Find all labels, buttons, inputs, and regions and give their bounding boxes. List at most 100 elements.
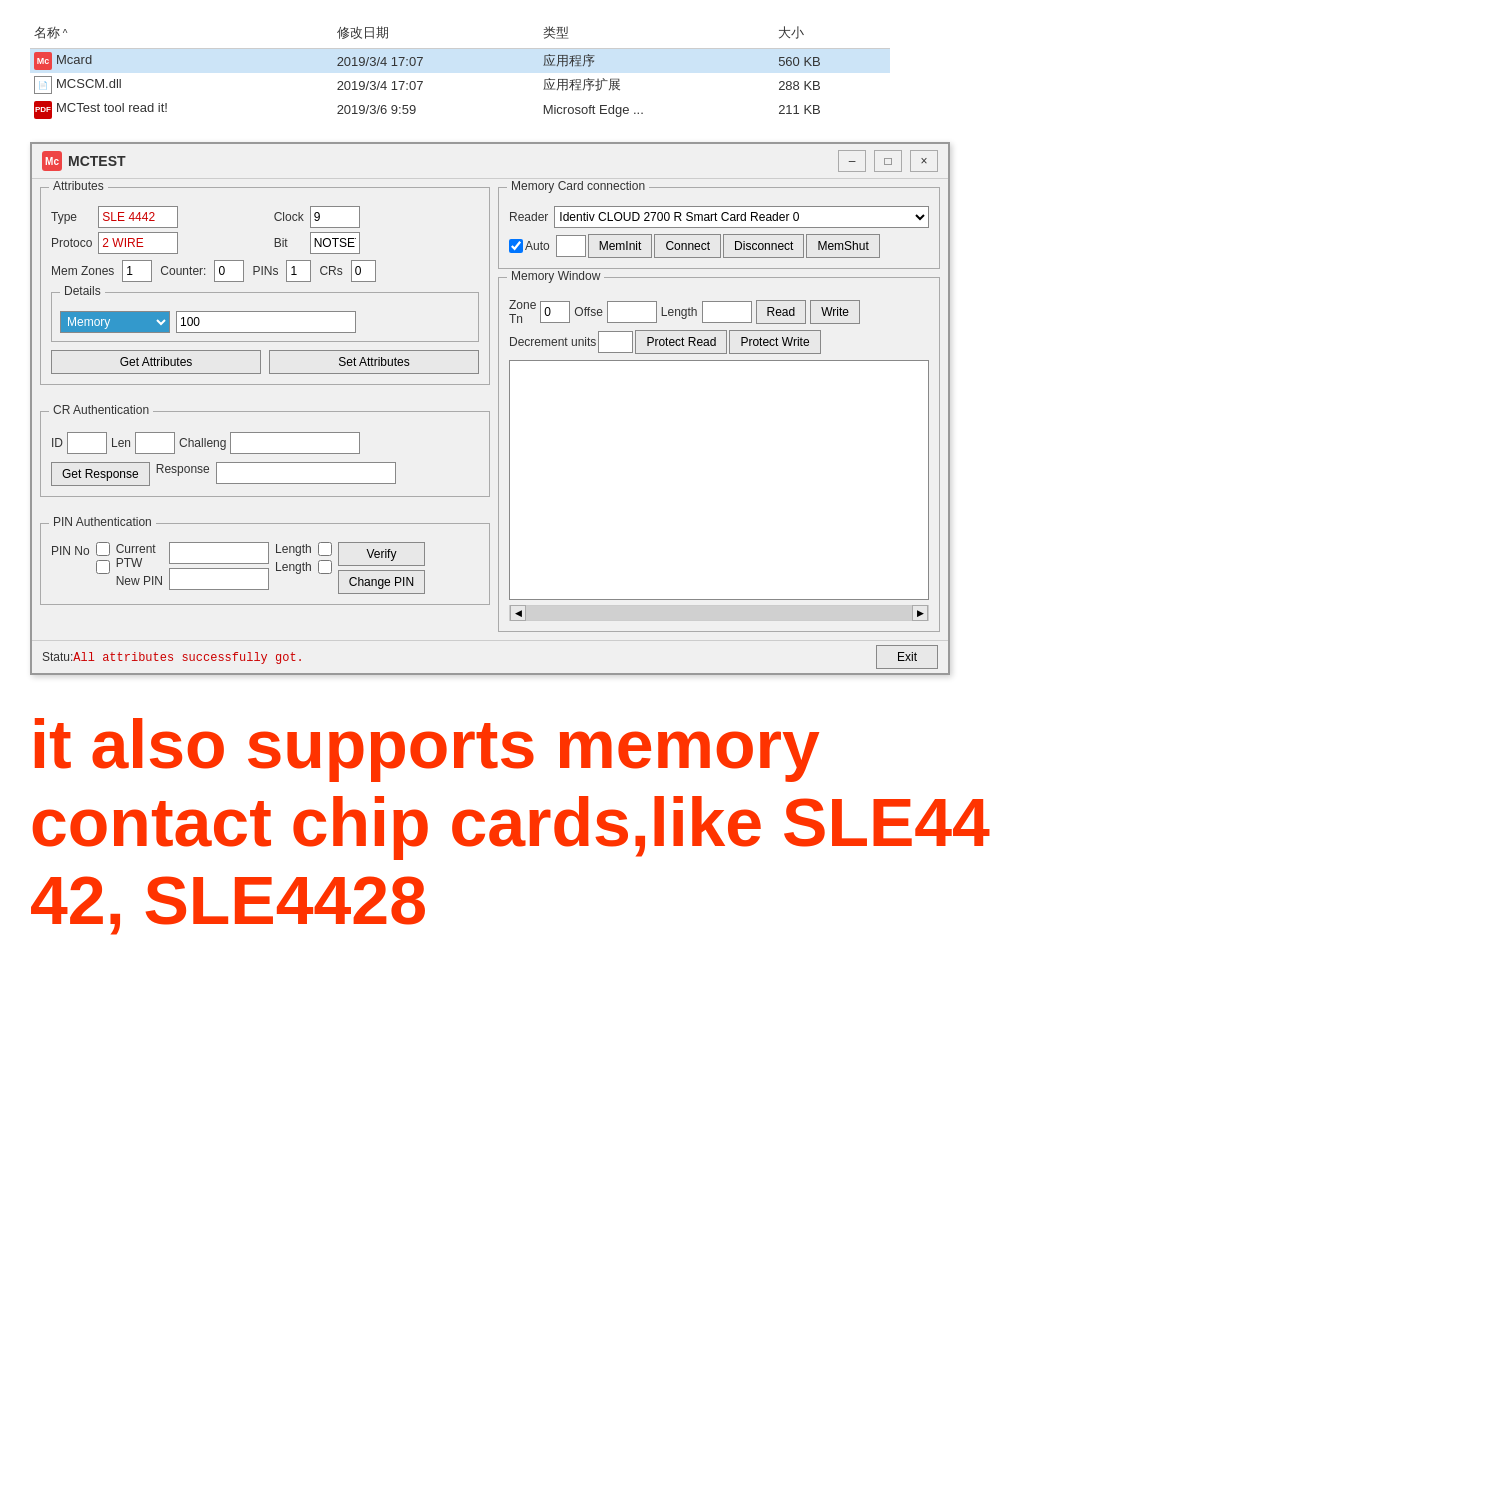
scroll-right-arrow[interactable]: ▶ — [912, 605, 928, 621]
disconnect-button[interactable]: Disconnect — [723, 234, 804, 258]
attributes-legend: Attributes — [49, 179, 108, 193]
new-pin-label: New PIN — [116, 574, 163, 588]
details-value-input[interactable] — [176, 311, 356, 333]
verify-button[interactable]: Verify — [338, 542, 425, 566]
col-name[interactable]: 名称 — [30, 20, 333, 49]
write-button[interactable]: Write — [810, 300, 860, 324]
details-dropdown[interactable]: MemoryCounterCR — [60, 311, 170, 333]
exit-button[interactable]: Exit — [876, 645, 938, 669]
cr-auth-group: CR Authentication ID Len Challeng Get Re… — [40, 411, 490, 497]
mem-shut-button[interactable]: MemShut — [806, 234, 879, 258]
bottom-text: it also supports memory contact chip car… — [30, 705, 1080, 940]
minimize-button[interactable]: – — [838, 150, 866, 172]
reader-select[interactable]: Identiv CLOUD 2700 R Smart Card Reader 0 — [554, 206, 929, 228]
pin-no-checkbox[interactable] — [96, 542, 110, 556]
counter-input[interactable] — [214, 260, 244, 282]
protect-row: Decrement units Protect Read Protect Wri… — [509, 330, 929, 354]
cr-response-label: Response — [156, 462, 210, 486]
auto-checkbox[interactable] — [509, 239, 523, 253]
pin-no-label: PIN No — [51, 542, 90, 558]
cr-challenge-input[interactable] — [230, 432, 360, 454]
clock-input[interactable] — [310, 206, 360, 228]
scroll-track[interactable] — [526, 606, 912, 620]
pins-label: PINs — [252, 264, 278, 278]
length1-label: Length — [275, 542, 312, 556]
protect-write-button[interactable]: Protect Write — [729, 330, 820, 354]
decrement-label: Decrement units — [509, 335, 596, 349]
col-size[interactable]: 大小 — [774, 20, 890, 49]
file-name: 📄MCSCM.dll — [30, 73, 333, 97]
cr-len-label: Len — [111, 436, 131, 450]
read-button[interactable]: Read — [756, 300, 807, 324]
length2-label: Length — [275, 560, 312, 574]
set-attributes-button[interactable]: Set Attributes — [269, 350, 479, 374]
cr-id-label: ID — [51, 436, 63, 450]
crs-label: CRs — [319, 264, 342, 278]
details-legend: Details — [60, 284, 105, 298]
cr-id-input[interactable] — [67, 432, 107, 454]
clock-label: Clock — [274, 210, 304, 224]
pin-labels-col: Current PTW New PIN — [116, 542, 163, 588]
bit-label: Bit — [274, 236, 304, 250]
status-label: Statu: — [42, 650, 73, 664]
cr-challenge-label: Challeng — [179, 436, 226, 450]
window-body: Attributes Type Clock Protoco Bit Mem Zo… — [32, 179, 948, 640]
pin-rows: PIN No Current PTW New PIN — [51, 542, 479, 594]
current-ptw-label: Current PTW — [116, 542, 163, 570]
file-row[interactable]: 📄MCSCM.dll 2019/3/4 17:07 应用程序扩展 288 KB — [30, 73, 890, 97]
connect-button[interactable]: Connect — [654, 234, 721, 258]
memory-window-group: Memory Window Zone Tn Offse Length Read … — [498, 277, 940, 632]
col-date[interactable]: 修改日期 — [333, 20, 539, 49]
zone-input[interactable] — [540, 301, 570, 323]
length1-checkbox[interactable] — [318, 542, 332, 556]
pin-checkbox2[interactable] — [96, 560, 110, 574]
file-type: 应用程序 — [539, 49, 774, 74]
file-row[interactable]: McMcard 2019/3/4 17:07 应用程序 560 KB — [30, 49, 890, 74]
right-panel: Memory Card connection Reader Identiv CL… — [498, 187, 940, 632]
scroll-left-arrow[interactable]: ◀ — [510, 605, 526, 621]
change-pin-button[interactable]: Change PIN — [338, 570, 425, 594]
decrement-input[interactable] — [598, 331, 633, 353]
get-attributes-button[interactable]: Get Attributes — [51, 350, 261, 374]
length-input[interactable] — [702, 301, 752, 323]
cr-response-input[interactable] — [216, 462, 396, 484]
mem-zones-input[interactable] — [122, 260, 152, 282]
memory-textarea[interactable] — [509, 360, 929, 600]
mw-length-label: Length — [661, 305, 698, 319]
close-button[interactable]: × — [910, 150, 938, 172]
type-input[interactable] — [98, 206, 178, 228]
col-type[interactable]: 类型 — [539, 20, 774, 49]
offset-input[interactable] — [607, 301, 657, 323]
pin-auth-group: PIN Authentication PIN No Current PTW Ne… — [40, 523, 490, 605]
cr-buttons: Get Response Response — [51, 462, 479, 486]
protocol-input[interactable] — [98, 232, 178, 254]
file-name: McMcard — [30, 49, 333, 74]
file-row[interactable]: PDFMCTest tool read it! 2019/3/6 9:59 Mi… — [30, 97, 890, 122]
new-pin-input[interactable] — [169, 568, 269, 590]
pin-action-buttons: Verify Change PIN — [338, 542, 425, 594]
crs-input[interactable] — [351, 260, 376, 282]
maximize-button[interactable]: □ — [874, 150, 902, 172]
dll-icon: 📄 — [34, 76, 52, 94]
titlebar-left: Mc MCTEST — [42, 151, 126, 171]
attributes-group: Attributes Type Clock Protoco Bit Mem Zo… — [40, 187, 490, 385]
pdf-icon: PDF — [34, 101, 52, 119]
reader-row: Reader Identiv CLOUD 2700 R Smart Card R… — [509, 206, 929, 228]
mem-card-legend: Memory Card connection — [507, 179, 649, 193]
get-response-button[interactable]: Get Response — [51, 462, 150, 486]
horizontal-scrollbar[interactable]: ◀ ▶ — [509, 605, 929, 621]
mem-zones-row: Mem Zones Counter: PINs CRs — [51, 260, 479, 282]
pin-length-labels: Length Length — [275, 542, 312, 574]
mem-zones-label: Mem Zones — [51, 264, 114, 278]
pins-input[interactable] — [286, 260, 311, 282]
mem-init-button[interactable]: MemInit — [588, 234, 653, 258]
current-pin-input[interactable] — [169, 542, 269, 564]
bit-input[interactable] — [310, 232, 360, 254]
protect-read-button[interactable]: Protect Read — [635, 330, 727, 354]
protocol-label: Protoco — [51, 236, 92, 250]
cr-len-input[interactable] — [135, 432, 175, 454]
auto-input[interactable] — [556, 235, 586, 257]
length2-checkbox[interactable] — [318, 560, 332, 574]
reader-label: Reader — [509, 210, 548, 224]
pin-checkbox-col — [96, 542, 110, 574]
